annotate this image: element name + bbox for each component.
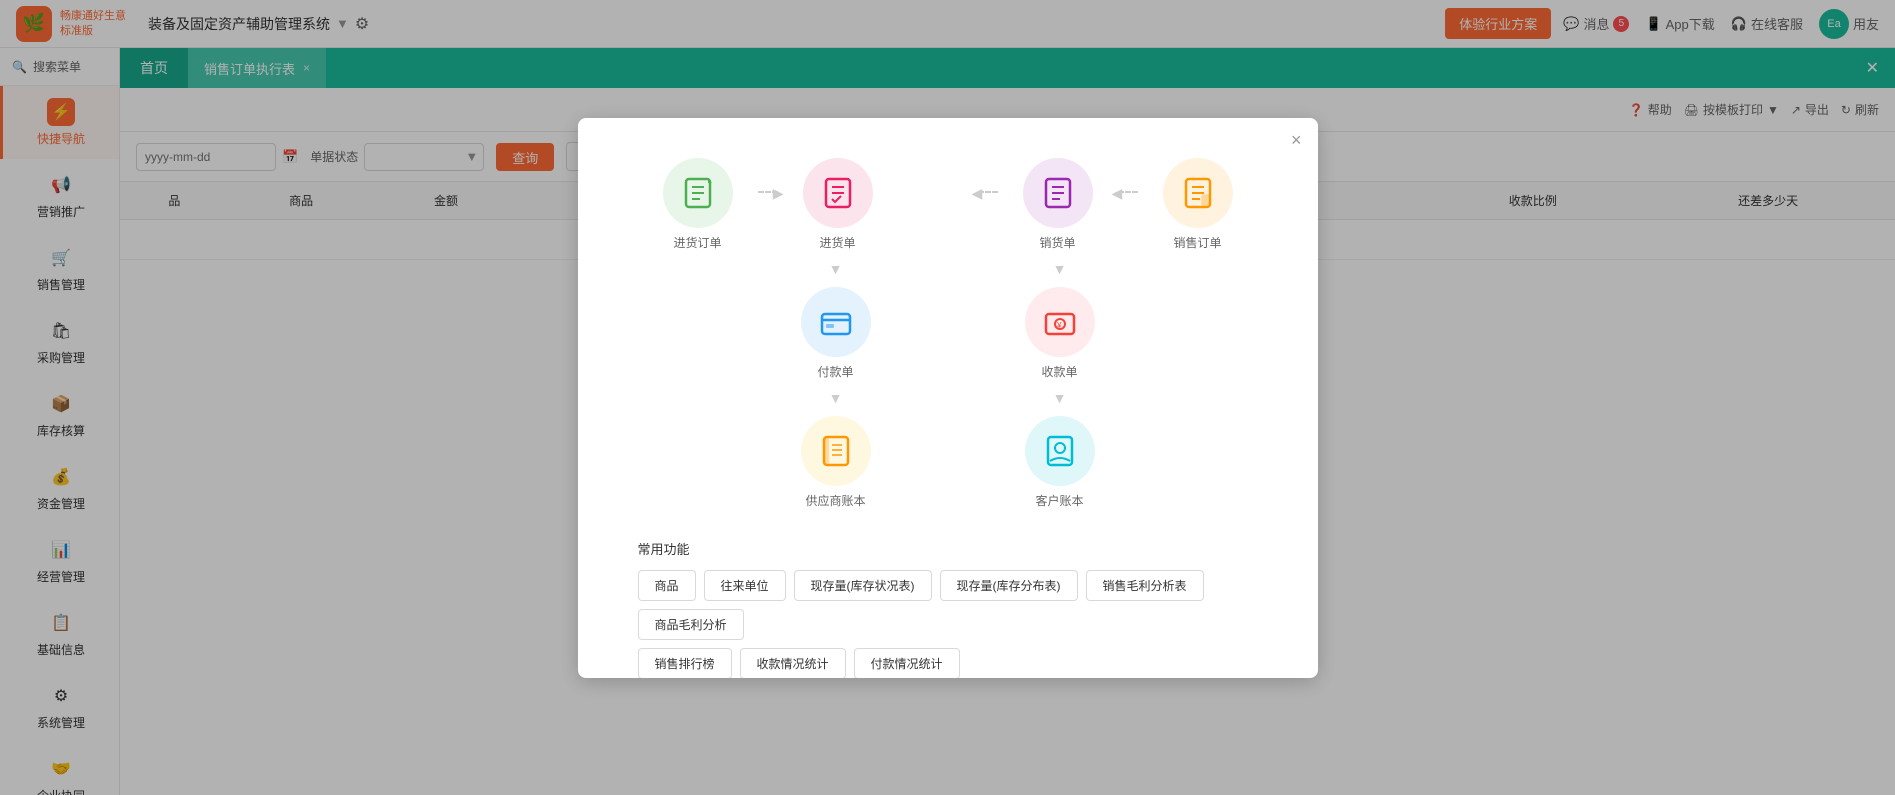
flow-row-arrows2: ▼ ▼: [638, 390, 1258, 406]
customer-book-item[interactable]: 客户账本: [1000, 416, 1120, 509]
supplier-book-icon: [801, 416, 871, 486]
common-btn-sales-margin[interactable]: 销售毛利分析表: [1086, 570, 1204, 601]
payment-icon: [801, 287, 871, 357]
common-btn-product[interactable]: 商品: [638, 570, 696, 601]
common-btn-product-margin[interactable]: 商品毛利分析: [638, 609, 744, 640]
common-btn-sales-rank[interactable]: 销售排行榜: [638, 648, 732, 678]
purchase-bill-icon: [803, 158, 873, 228]
modal-overlay[interactable]: × 进货订单 ▶: [0, 0, 1895, 795]
flow-diagram: 进货订单 ▶ 进货单: [638, 158, 1258, 509]
common-btn-partner[interactable]: 往来单位: [704, 570, 786, 601]
arrow-h2: ◀: [978, 191, 998, 217]
purchase-order-item[interactable]: 进货订单: [638, 158, 758, 251]
sales-order-item[interactable]: 销售订单: [1138, 158, 1258, 251]
payment-item[interactable]: 付款单: [776, 287, 896, 380]
flow-row-3: 供应商账本 客户账本: [638, 416, 1258, 509]
common-buttons-row2: 销售排行榜 收款情况统计 付款情况统计: [638, 648, 1258, 678]
supplier-book-item[interactable]: 供应商账本: [776, 416, 896, 509]
receipt-item[interactable]: ¥ 收款单: [1000, 287, 1120, 380]
flow-row-2: 付款单 ¥ 收款单: [638, 287, 1258, 380]
svg-text:¥: ¥: [1056, 321, 1062, 330]
common-btn-payment-stats[interactable]: 付款情况统计: [854, 648, 960, 678]
common-section: 常用功能 商品 往来单位 现存量(库存状况表) 现存量(库存分布表) 销售毛利分…: [638, 539, 1258, 678]
arrow-h1: ▶: [758, 191, 778, 217]
sales-order-icon: [1163, 158, 1233, 228]
purchase-order-icon: [663, 158, 733, 228]
modal-close-btn[interactable]: ×: [1291, 130, 1302, 151]
flow-row-arrows: ▼ ▼: [638, 261, 1258, 277]
flow-row-1: 进货订单 ▶ 进货单: [638, 158, 1258, 251]
purchase-bill-item[interactable]: 进货单: [778, 158, 898, 251]
common-btn-stock-status[interactable]: 现存量(库存状况表): [794, 570, 932, 601]
common-btn-stock-dist[interactable]: 现存量(库存分布表): [940, 570, 1078, 601]
modal-content: 进货订单 ▶ 进货单: [578, 118, 1318, 678]
sales-bill-icon: [1023, 158, 1093, 228]
customer-book-icon: [1025, 416, 1095, 486]
sales-bill-item[interactable]: 销货单: [998, 158, 1118, 251]
common-btn-receipt-stats[interactable]: 收款情况统计: [740, 648, 846, 678]
arrow-h3: ◀: [1118, 191, 1138, 217]
common-buttons: 商品 往来单位 现存量(库存状况表) 现存量(库存分布表) 销售毛利分析表 商品…: [638, 570, 1258, 640]
modal: × 进货订单 ▶: [578, 118, 1318, 678]
receipt-icon: ¥: [1025, 287, 1095, 357]
common-section-title: 常用功能: [638, 539, 1258, 558]
